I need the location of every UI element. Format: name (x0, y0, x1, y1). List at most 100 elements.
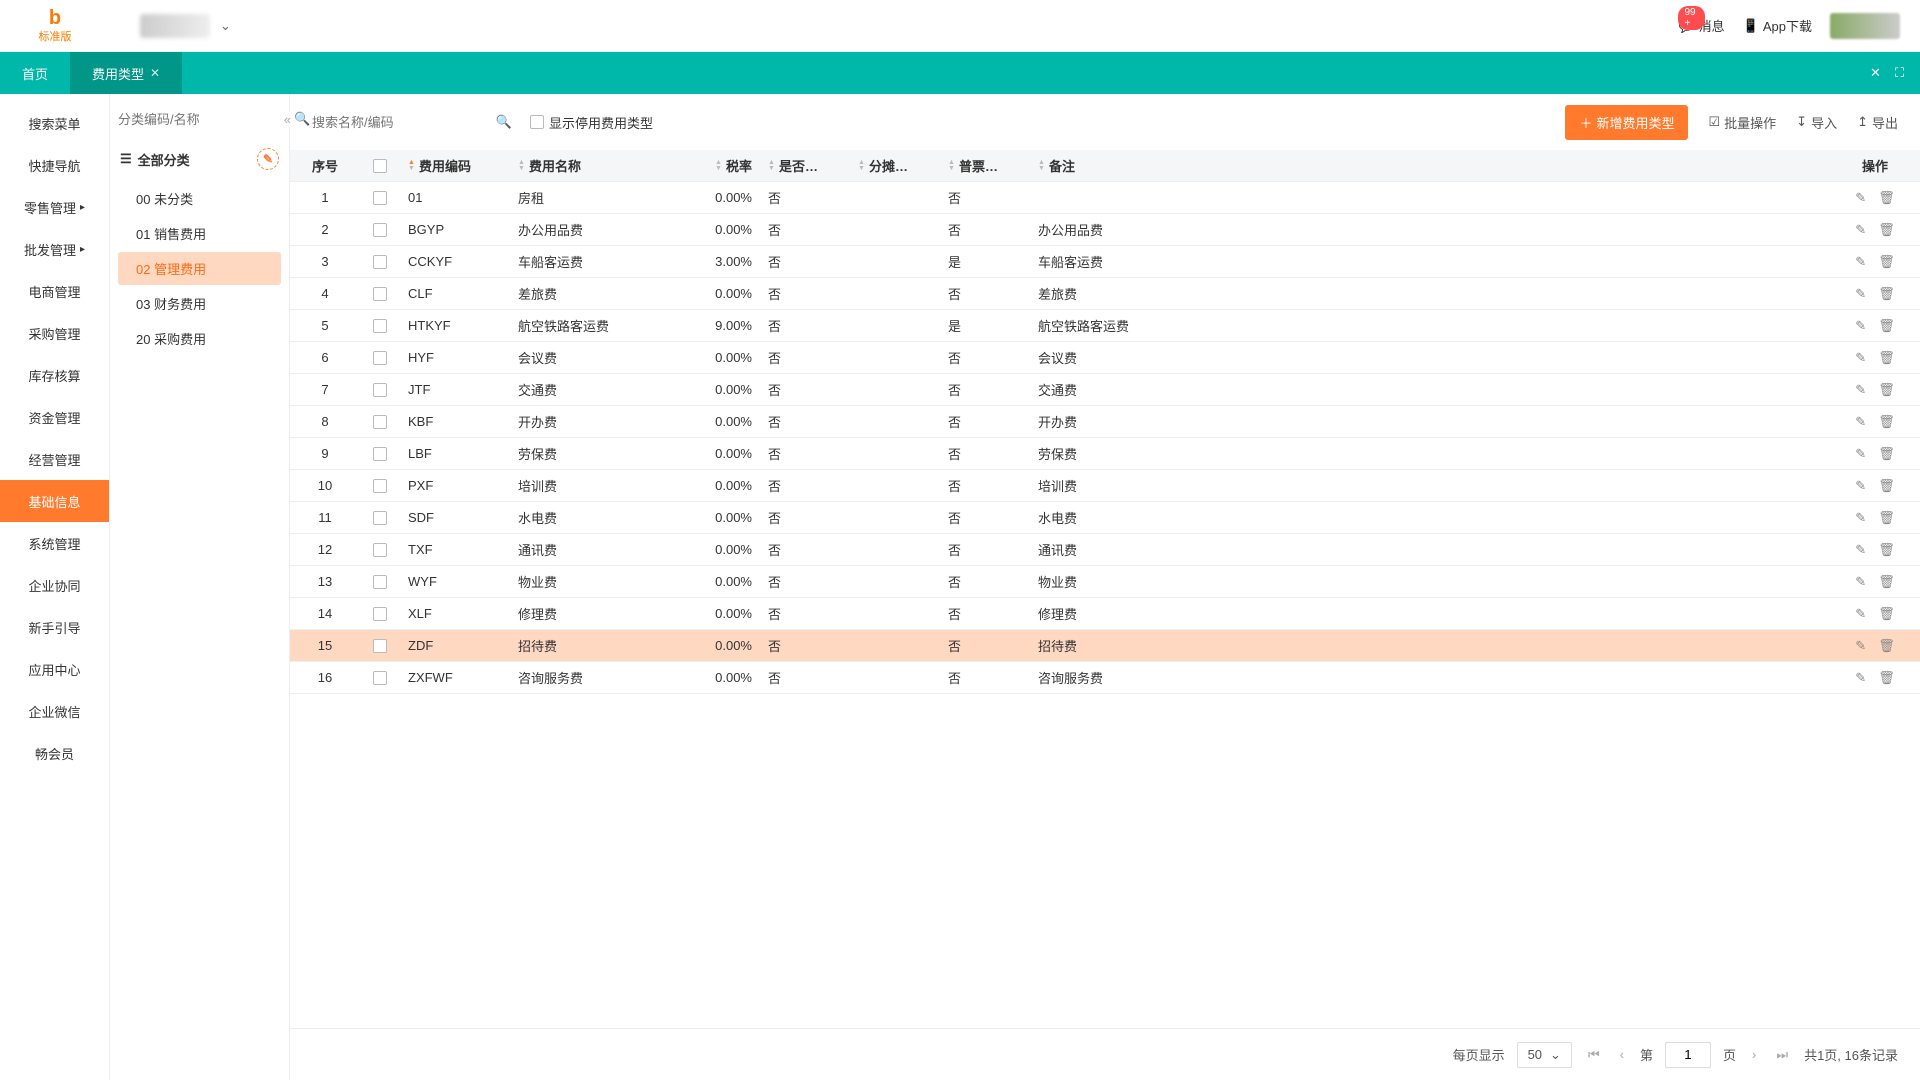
first-page-button[interactable]: ⏮ (1584, 1047, 1604, 1063)
row-checkbox[interactable] (360, 447, 400, 461)
col-rate[interactable]: ▲▼税率 (670, 156, 760, 175)
edit-icon[interactable]: ✎ (1855, 286, 1866, 302)
delete-icon[interactable]: 🗑 (1878, 510, 1895, 526)
delete-icon[interactable]: 🗑 (1878, 318, 1895, 334)
table-row[interactable]: 6HYF会议费0.00%否否会议费✎🗑 (290, 342, 1920, 374)
edit-icon[interactable]: ✎ (1855, 382, 1866, 398)
row-checkbox[interactable] (360, 319, 400, 333)
sidebar-item[interactable]: 企业微信 (0, 690, 109, 732)
sidebar-item[interactable]: 新手引导 (0, 606, 109, 648)
delete-icon[interactable]: 🗑 (1878, 638, 1895, 654)
col-check[interactable] (360, 159, 400, 173)
row-checkbox[interactable] (360, 383, 400, 397)
category-search[interactable]: 🔍 (118, 104, 281, 134)
row-checkbox[interactable] (360, 287, 400, 301)
table-row[interactable]: 3CCKYF车船客运费3.00%否是车船客运费✎🗑 (290, 246, 1920, 278)
delete-icon[interactable]: 🗑 (1878, 670, 1895, 686)
category-all[interactable]: ☰ 全部分类 ✎ (118, 144, 281, 174)
col-code[interactable]: ▲▼费用编码 (400, 156, 510, 175)
row-checkbox[interactable] (360, 191, 400, 205)
table-row[interactable]: 11SDF水电费0.00%否否水电费✎🗑 (290, 502, 1920, 534)
table-row[interactable]: 7JTF交通费0.00%否否交通费✎🗑 (290, 374, 1920, 406)
category-item[interactable]: 03 财务费用 (118, 287, 281, 320)
table-row[interactable]: 101房租0.00%否否✎🗑 (290, 182, 1920, 214)
per-page-select[interactable]: 50 ⌄ (1517, 1042, 1572, 1068)
search-icon[interactable]: 🔍 (496, 114, 512, 130)
edit-icon[interactable]: ✎ (1855, 222, 1866, 238)
sidebar-item[interactable]: 批发管理▸ (0, 228, 109, 270)
row-checkbox[interactable] (360, 351, 400, 365)
row-checkbox[interactable] (360, 255, 400, 269)
org-selector[interactable]: ⌄ (140, 14, 231, 38)
edit-icon[interactable]: ✎ (1855, 254, 1866, 270)
delete-icon[interactable]: 🗑 (1878, 190, 1895, 206)
tab-fee-type[interactable]: 费用类型 ✕ (70, 52, 182, 94)
edit-categories-icon[interactable]: ✎ (257, 148, 279, 170)
sidebar-item[interactable]: 经营管理 (0, 438, 109, 480)
sidebar-item[interactable]: 库存核算 (0, 354, 109, 396)
sidebar-item[interactable]: 企业协同 (0, 564, 109, 606)
col-sf[interactable]: ▲▼是否… (760, 156, 850, 175)
table-row[interactable]: 10PXF培训费0.00%否否培训费✎🗑 (290, 470, 1920, 502)
show-disabled-checkbox[interactable]: 显示停用费用类型 (530, 113, 653, 132)
table-row[interactable]: 14XLF修理费0.00%否否修理费✎🗑 (290, 598, 1920, 630)
page-input[interactable] (1665, 1042, 1711, 1068)
delete-icon[interactable]: 🗑 (1878, 446, 1895, 462)
main-search[interactable]: 🔍 (312, 114, 512, 130)
edit-icon[interactable]: ✎ (1855, 318, 1866, 334)
table-row[interactable]: 16ZXFWF咨询服务费0.00%否否咨询服务费✎🗑 (290, 662, 1920, 694)
table-row[interactable]: 4CLF差旅费0.00%否否差旅费✎🗑 (290, 278, 1920, 310)
sidebar-item[interactable]: 快捷导航 (0, 144, 109, 186)
tab-home[interactable]: 首页 (0, 52, 70, 94)
edit-icon[interactable]: ✎ (1855, 350, 1866, 366)
collapse-icon[interactable]: « (284, 112, 291, 127)
category-item[interactable]: 00 未分类 (118, 182, 281, 215)
export-button[interactable]: ↥ 导出 (1857, 113, 1898, 132)
import-button[interactable]: ↧ 导入 (1796, 113, 1837, 132)
delete-icon[interactable]: 🗑 (1878, 222, 1895, 238)
main-search-input[interactable] (312, 115, 496, 130)
col-ft[interactable]: ▲▼分摊… (850, 156, 940, 175)
user-menu[interactable] (1830, 13, 1900, 39)
edit-icon[interactable]: ✎ (1855, 446, 1866, 462)
row-checkbox[interactable] (360, 671, 400, 685)
category-item[interactable]: 02 管理费用 (118, 252, 281, 285)
row-checkbox[interactable] (360, 543, 400, 557)
prev-page-button[interactable]: ‹ (1616, 1047, 1628, 1062)
col-name[interactable]: ▲▼费用名称 (510, 156, 670, 175)
delete-icon[interactable]: 🗑 (1878, 382, 1895, 398)
sidebar-item[interactable]: 系统管理 (0, 522, 109, 564)
table-row[interactable]: 2BGYP办公用品费0.00%否否办公用品费✎🗑 (290, 214, 1920, 246)
row-checkbox[interactable] (360, 479, 400, 493)
sidebar-item[interactable]: 搜索菜单 (0, 102, 109, 144)
category-item[interactable]: 01 销售费用 (118, 217, 281, 250)
app-download-button[interactable]: 📱 App下载 (1743, 16, 1812, 35)
row-checkbox[interactable] (360, 639, 400, 653)
col-pp[interactable]: ▲▼普票… (940, 156, 1030, 175)
delete-icon[interactable]: 🗑 (1878, 606, 1895, 622)
search-icon[interactable]: 🔍 (294, 111, 310, 127)
table-row[interactable]: 9LBF劳保费0.00%否否劳保费✎🗑 (290, 438, 1920, 470)
edit-icon[interactable]: ✎ (1855, 478, 1866, 494)
table-row[interactable]: 8KBF开办费0.00%否否开办费✎🗑 (290, 406, 1920, 438)
row-checkbox[interactable] (360, 223, 400, 237)
edit-icon[interactable]: ✎ (1855, 638, 1866, 654)
edit-icon[interactable]: ✎ (1855, 670, 1866, 686)
sidebar-item[interactable]: 畅会员 (0, 732, 109, 774)
category-item[interactable]: 20 采购费用 (118, 322, 281, 355)
table-row[interactable]: 12TXF通讯费0.00%否否通讯费✎🗑 (290, 534, 1920, 566)
table-row[interactable]: 13WYF物业费0.00%否否物业费✎🗑 (290, 566, 1920, 598)
row-checkbox[interactable] (360, 415, 400, 429)
close-all-icon[interactable]: ✕ (1870, 65, 1881, 81)
edit-icon[interactable]: ✎ (1855, 190, 1866, 206)
batch-button[interactable]: ☑ 批量操作 (1708, 113, 1776, 132)
sidebar-item[interactable]: 基础信息 (0, 480, 109, 522)
col-remark[interactable]: ▲▼备注 (1030, 156, 1830, 175)
sidebar-item[interactable]: 应用中心 (0, 648, 109, 690)
edit-icon[interactable]: ✎ (1855, 510, 1866, 526)
sidebar-item[interactable]: 采购管理 (0, 312, 109, 354)
category-search-input[interactable] (118, 112, 294, 127)
col-seq[interactable]: 序号 (290, 156, 360, 175)
next-page-button[interactable]: › (1748, 1047, 1760, 1062)
row-checkbox[interactable] (360, 511, 400, 525)
